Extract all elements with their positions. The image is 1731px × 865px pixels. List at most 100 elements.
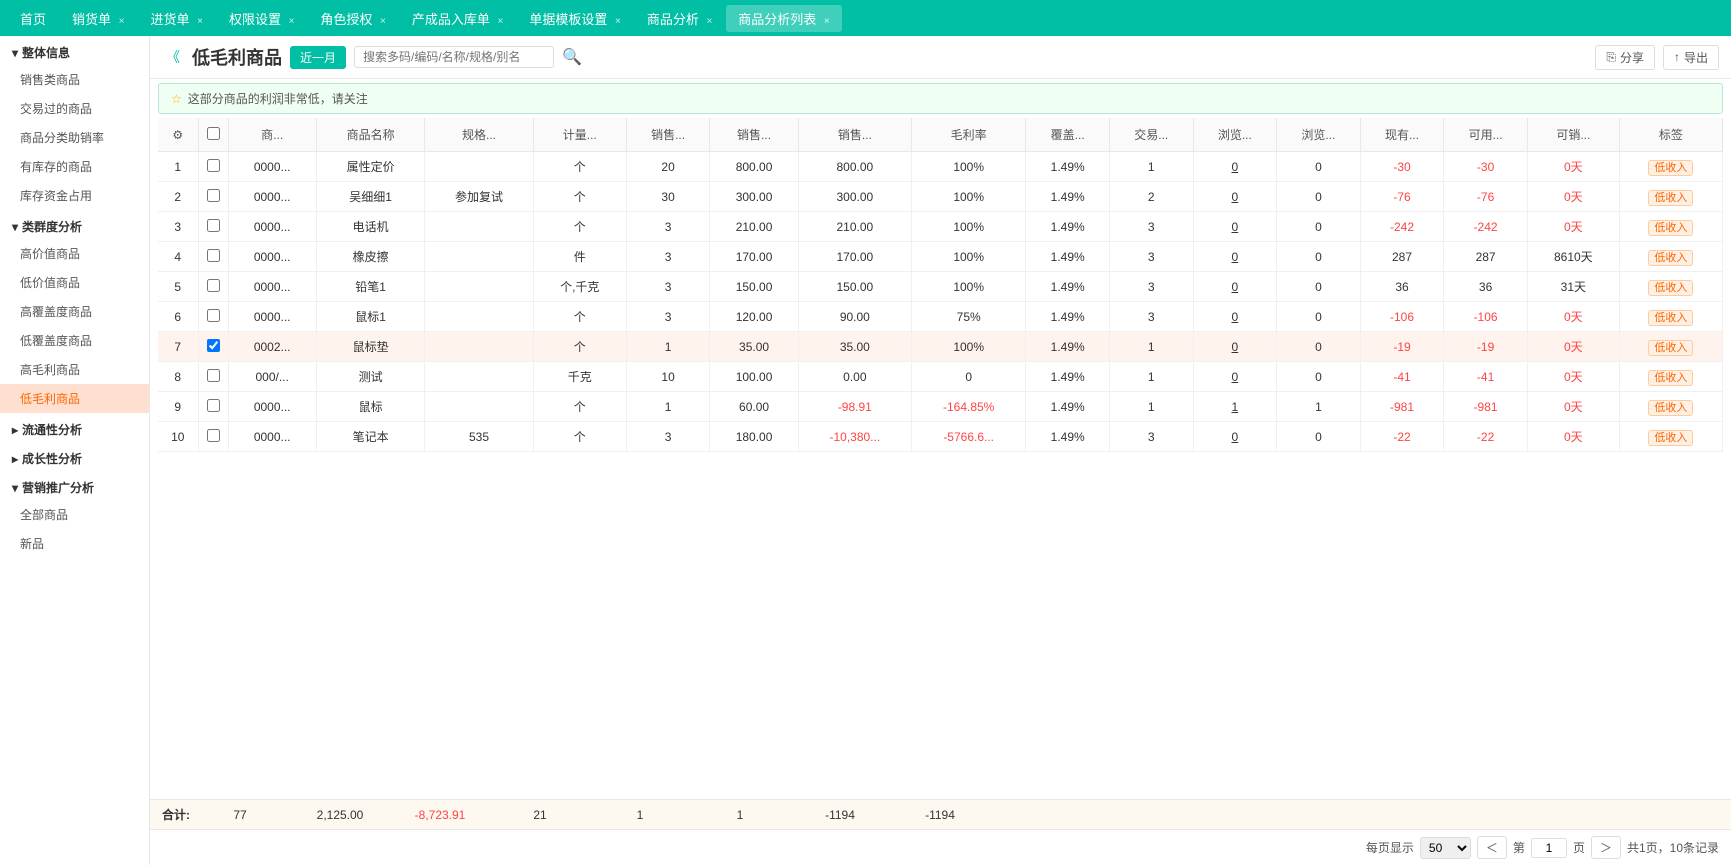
row-checkbox-5[interactable] — [207, 309, 220, 322]
th-current-stock[interactable]: 现有... — [1360, 118, 1444, 152]
cell-view1[interactable]: 0 — [1193, 242, 1277, 272]
view1-link[interactable]: 0 — [1232, 310, 1239, 324]
cell-view1[interactable]: 0 — [1193, 272, 1277, 302]
th-saleable[interactable]: 可销... — [1527, 118, 1619, 152]
sidebar-item-sales-products[interactable]: 销售类商品 — [0, 65, 149, 94]
sidebar-item-low-margin[interactable]: 低毛利商品 — [0, 384, 149, 413]
share-button[interactable]: ⎘ 分享 — [1595, 45, 1655, 70]
sidebar-item-stocked-products[interactable]: 有库存的商品 — [0, 152, 149, 181]
cell-check[interactable] — [198, 422, 228, 452]
view1-link[interactable]: 0 — [1232, 370, 1239, 384]
nav-purchase[interactable]: 进货单 × — [138, 5, 214, 32]
cell-check[interactable] — [198, 362, 228, 392]
sidebar-item-all-products[interactable]: 全部商品 — [0, 500, 149, 529]
th-view1[interactable]: 浏览... — [1193, 118, 1277, 152]
th-sales-profit[interactable]: 销售... — [798, 118, 911, 152]
sidebar-item-high-value[interactable]: 高价值商品 — [0, 239, 149, 268]
search-icon-btn[interactable]: 🔍 — [562, 47, 582, 67]
collapse-sidebar-btn[interactable]: 《 — [162, 47, 184, 67]
th-name[interactable]: 商品名称 — [316, 118, 424, 152]
page-size-select[interactable]: 50 20 100 — [1420, 837, 1471, 859]
th-unit[interactable]: 计量... — [533, 118, 626, 152]
cell-check[interactable] — [198, 152, 228, 182]
close-product-analysis[interactable]: × — [706, 16, 712, 27]
th-sales-amount[interactable]: 销售... — [710, 118, 798, 152]
th-coverage[interactable]: 覆盖... — [1026, 118, 1110, 152]
cell-check[interactable] — [198, 182, 228, 212]
cell-check[interactable] — [198, 332, 228, 362]
nav-product-analysis[interactable]: 商品分析 × — [635, 5, 724, 32]
th-spec[interactable]: 规格... — [425, 118, 533, 152]
sidebar-group-flow[interactable]: ▸ 流通性分析 — [0, 413, 149, 442]
sidebar-item-high-margin[interactable]: 高毛利商品 — [0, 355, 149, 384]
sidebar-item-traded-products[interactable]: 交易过的商品 — [0, 94, 149, 123]
sidebar-group-cluster[interactable]: ▾ 类群度分析 — [0, 210, 149, 239]
cell-check[interactable] — [198, 212, 228, 242]
close-product-entry[interactable]: × — [498, 16, 504, 27]
period-button[interactable]: 近一月 — [290, 46, 346, 69]
next-page-btn[interactable]: ＞ — [1591, 836, 1621, 859]
cell-view1[interactable]: 0 — [1193, 422, 1277, 452]
view1-link[interactable]: 0 — [1232, 430, 1239, 444]
close-template[interactable]: × — [615, 16, 621, 27]
close-purchase[interactable]: × — [197, 16, 203, 27]
cell-view1[interactable]: 0 — [1193, 332, 1277, 362]
cell-view1[interactable]: 0 — [1193, 362, 1277, 392]
export-button[interactable]: ↑ 导出 — [1663, 45, 1719, 70]
cell-view1[interactable]: 0 — [1193, 182, 1277, 212]
sidebar-group-growth[interactable]: ▸ 成长性分析 — [0, 442, 149, 471]
th-settings[interactable]: ⚙ — [158, 118, 198, 152]
th-gross-margin[interactable]: 毛利率 — [911, 118, 1025, 152]
view1-link[interactable]: 0 — [1232, 250, 1239, 264]
cell-view1[interactable]: 0 — [1193, 152, 1277, 182]
sidebar-item-stock-capital[interactable]: 库存资金占用 — [0, 181, 149, 210]
sidebar-item-high-coverage[interactable]: 高覆盖度商品 — [0, 297, 149, 326]
cell-view1[interactable]: 0 — [1193, 302, 1277, 332]
view1-link[interactable]: 0 — [1232, 190, 1239, 204]
nav-role[interactable]: 角色授权 × — [308, 5, 397, 32]
nav-product-analysis-list[interactable]: 商品分析列表 × — [726, 5, 841, 32]
sidebar-item-new-products[interactable]: 新品 — [0, 529, 149, 558]
sidebar-item-low-value[interactable]: 低价值商品 — [0, 268, 149, 297]
sidebar-group-overall[interactable]: ▾ 整体信息 — [0, 36, 149, 65]
th-sales-count[interactable]: 销售... — [626, 118, 710, 152]
th-tag[interactable]: 标签 — [1619, 118, 1722, 152]
row-checkbox-1[interactable] — [207, 189, 220, 202]
page-number-input[interactable] — [1531, 838, 1567, 858]
nav-template[interactable]: 单据模板设置 × — [517, 5, 632, 32]
sidebar-item-category-rate[interactable]: 商品分类助销率 — [0, 123, 149, 152]
row-checkbox-4[interactable] — [207, 279, 220, 292]
row-checkbox-2[interactable] — [207, 219, 220, 232]
sidebar-item-low-coverage[interactable]: 低覆盖度商品 — [0, 326, 149, 355]
row-checkbox-9[interactable] — [207, 429, 220, 442]
th-available[interactable]: 可用... — [1444, 118, 1528, 152]
row-checkbox-6[interactable] — [207, 339, 220, 352]
search-input[interactable] — [354, 46, 554, 68]
row-checkbox-8[interactable] — [207, 399, 220, 412]
row-checkbox-0[interactable] — [207, 159, 220, 172]
sidebar-group-marketing[interactable]: ▾ 营销推广分析 — [0, 471, 149, 500]
cell-view1[interactable]: 0 — [1193, 212, 1277, 242]
cell-check[interactable] — [198, 242, 228, 272]
view1-link[interactable]: 0 — [1232, 220, 1239, 234]
close-role[interactable]: × — [380, 16, 386, 27]
cell-view1[interactable]: 1 — [1193, 392, 1277, 422]
view1-link[interactable]: 0 — [1232, 280, 1239, 294]
row-checkbox-7[interactable] — [207, 369, 220, 382]
close-sales[interactable]: × — [119, 16, 125, 27]
th-code[interactable]: 商... — [228, 118, 316, 152]
view1-link[interactable]: 1 — [1232, 400, 1239, 414]
th-trade-count[interactable]: 交易... — [1109, 118, 1193, 152]
cell-check[interactable] — [198, 302, 228, 332]
cell-check[interactable] — [198, 392, 228, 422]
row-checkbox-3[interactable] — [207, 249, 220, 262]
nav-home[interactable]: 首页 — [8, 5, 58, 32]
close-product-analysis-list[interactable]: × — [824, 16, 830, 27]
th-view2[interactable]: 浏览... — [1277, 118, 1361, 152]
prev-page-btn[interactable]: ＜ — [1477, 836, 1507, 859]
cell-check[interactable] — [198, 272, 228, 302]
view1-link[interactable]: 0 — [1232, 340, 1239, 354]
view1-link[interactable]: 0 — [1232, 160, 1239, 174]
th-checkbox[interactable] — [198, 118, 228, 152]
nav-sales[interactable]: 销货单 × — [60, 5, 136, 32]
